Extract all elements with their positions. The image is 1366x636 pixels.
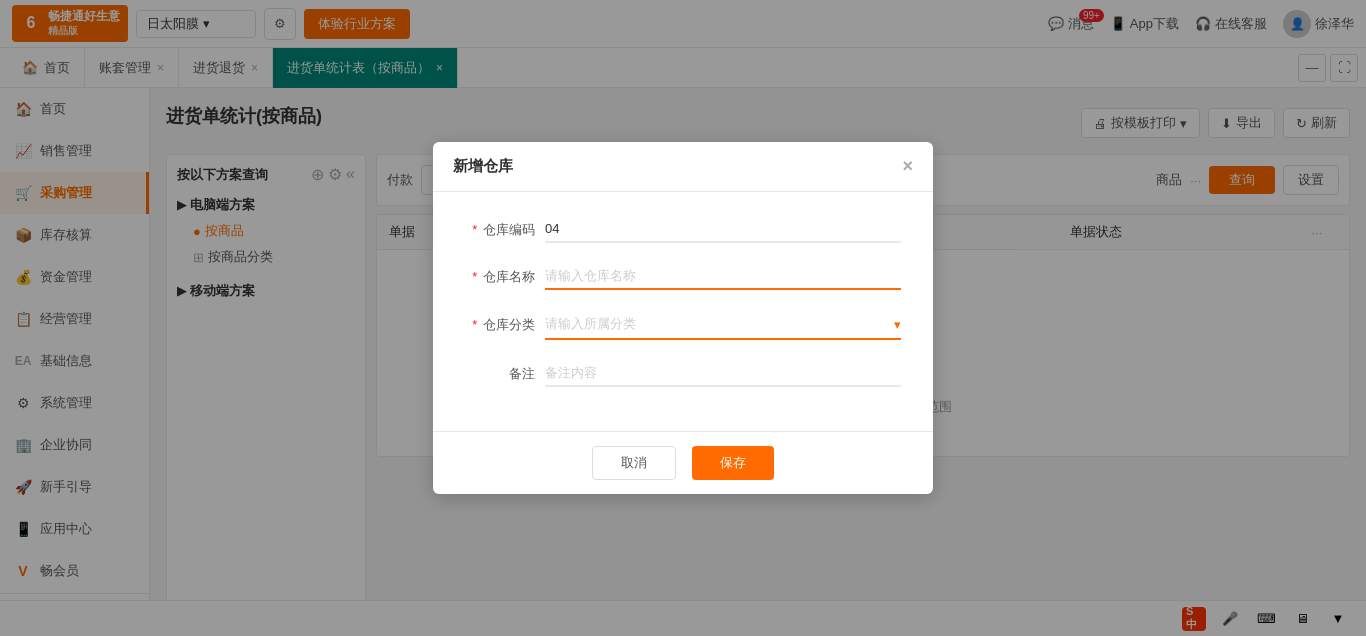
modal-footer: 取消 保存 — [433, 431, 933, 494]
modal-close-button[interactable]: × — [902, 156, 913, 177]
new-warehouse-modal: 新增仓库 × * 仓库编码 * 仓库名称 — [433, 142, 933, 494]
note-input[interactable] — [545, 360, 901, 387]
required-star: * — [472, 269, 477, 284]
form-row-code: * 仓库编码 — [465, 216, 901, 243]
chevron-down-icon: ▾ — [894, 317, 901, 332]
modal-overlay: 新增仓库 × * 仓库编码 * 仓库名称 — [0, 0, 1366, 636]
category-label: * 仓库分类 — [465, 316, 545, 334]
code-label: * 仓库编码 — [465, 221, 545, 239]
name-label: * 仓库名称 — [465, 268, 545, 286]
required-star: * — [472, 317, 477, 332]
code-input[interactable] — [545, 216, 901, 243]
save-button[interactable]: 保存 — [692, 446, 774, 480]
name-input[interactable] — [545, 263, 901, 290]
modal-header: 新增仓库 × — [433, 142, 933, 192]
form-row-name: * 仓库名称 — [465, 263, 901, 290]
modal-title: 新增仓库 — [453, 157, 513, 176]
form-row-category: * 仓库分类 请输入所属分类 ▾ — [465, 310, 901, 340]
category-selector[interactable]: 请输入所属分类 ▾ — [545, 310, 901, 340]
category-placeholder: 请输入所属分类 — [545, 315, 636, 333]
note-label: 备注 — [465, 365, 545, 383]
cancel-button[interactable]: 取消 — [592, 446, 676, 480]
modal-body: * 仓库编码 * 仓库名称 * 仓库分类 请输入所属 — [433, 192, 933, 431]
form-row-note: 备注 — [465, 360, 901, 387]
required-star: * — [472, 222, 477, 237]
